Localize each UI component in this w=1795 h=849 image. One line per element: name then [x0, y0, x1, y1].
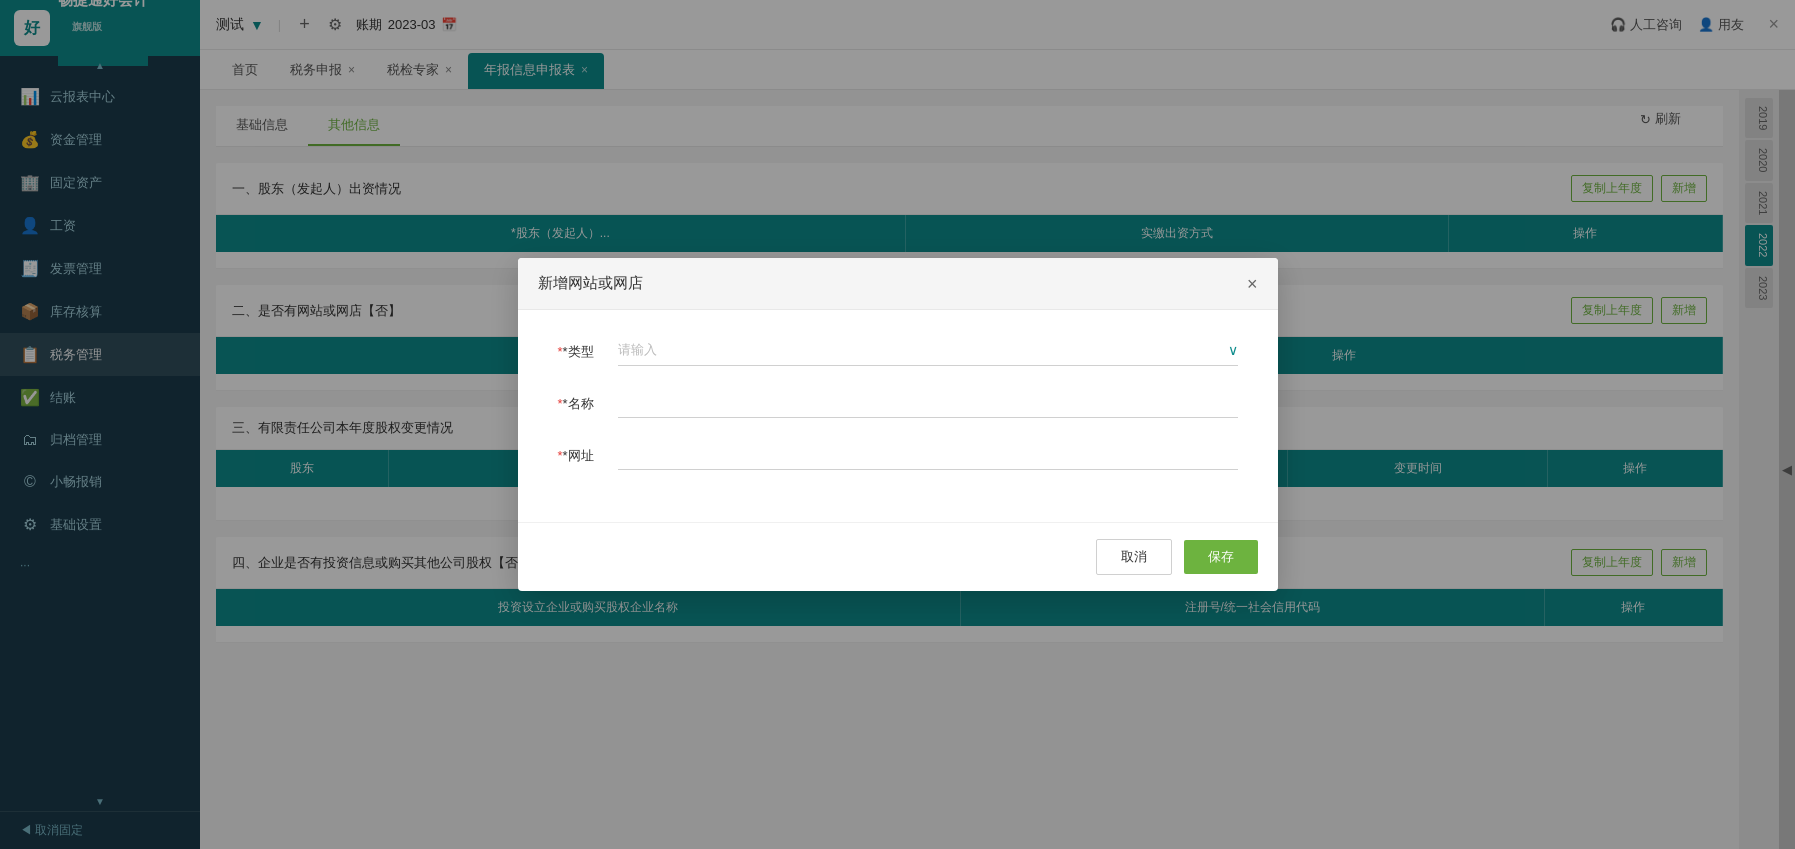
dialog-body: **类型 ∨ **名称 **网址: [518, 310, 1278, 522]
dialog-close-button[interactable]: ×: [1247, 275, 1258, 293]
add-website-dialog: 新增网站或网店 × **类型 ∨ **名称: [518, 258, 1278, 591]
type-input[interactable]: [618, 338, 1228, 361]
dialog-header: 新增网站或网店 ×: [518, 258, 1278, 310]
form-row-name: **名称: [558, 390, 1238, 418]
name-label: **名称: [558, 395, 618, 413]
type-dropdown-arrow[interactable]: ∨: [1228, 342, 1238, 358]
save-button[interactable]: 保存: [1184, 540, 1258, 574]
form-row-type: **类型 ∨: [558, 338, 1238, 366]
dialog-overlay: 新增网站或网店 × **类型 ∨ **名称: [0, 0, 1795, 849]
form-row-url: **网址: [558, 442, 1238, 470]
type-label: **类型: [558, 343, 618, 361]
url-input-wrapper: [618, 442, 1238, 470]
type-input-wrapper: ∨: [618, 338, 1238, 366]
cancel-button[interactable]: 取消: [1096, 539, 1172, 575]
name-input[interactable]: [618, 390, 1238, 413]
url-input[interactable]: [618, 442, 1238, 465]
dialog-title: 新增网站或网店: [538, 274, 643, 293]
dialog-footer: 取消 保存: [518, 522, 1278, 591]
url-label: **网址: [558, 447, 618, 465]
name-input-wrapper: [618, 390, 1238, 418]
